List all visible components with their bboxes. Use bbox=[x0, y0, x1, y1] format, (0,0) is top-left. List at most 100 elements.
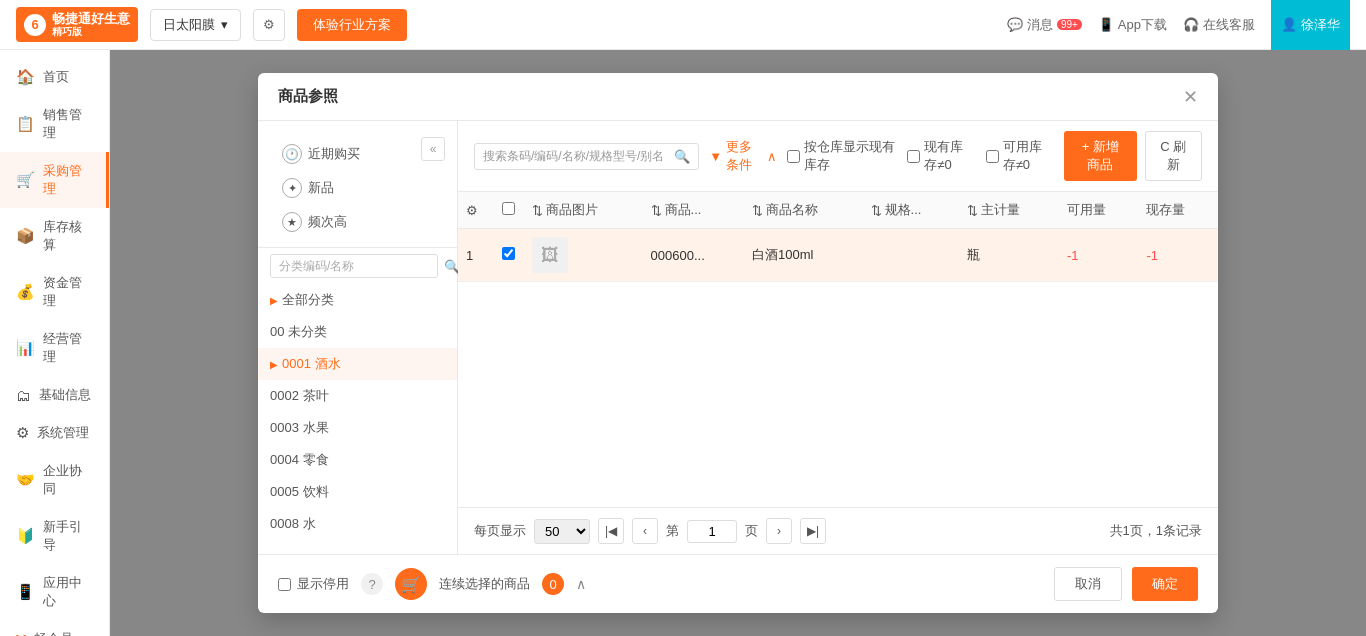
sidebar-label-operation: 经营管理 bbox=[43, 330, 93, 366]
sidebar-item-system[interactable]: ⚙ 系统管理 bbox=[0, 414, 109, 452]
search-icon[interactable]: 🔍 bbox=[674, 149, 690, 164]
category-label-all: 全部分类 bbox=[282, 291, 334, 309]
category-item-0010[interactable]: 0010 家电 bbox=[258, 540, 457, 546]
logo-sub: 精巧版 bbox=[52, 26, 130, 38]
username-area[interactable]: 👤 徐泽华 bbox=[1271, 0, 1350, 50]
page-total: 共1页，1条记录 bbox=[1110, 522, 1202, 540]
sidebar-label-basic: 基础信息 bbox=[39, 386, 91, 404]
sidebar-label-collab: 企业协同 bbox=[43, 462, 93, 498]
prev-page-btn[interactable]: ‹ bbox=[632, 518, 658, 544]
sidebar-item-guide[interactable]: 🔰 新手引导 bbox=[0, 508, 109, 564]
category-item-0008[interactable]: 0008 水 bbox=[258, 508, 457, 540]
trial-btn[interactable]: 体验行业方案 bbox=[297, 9, 407, 41]
category-label-0008: 0008 水 bbox=[270, 515, 316, 533]
stock-nonzero-checkbox-input[interactable] bbox=[907, 150, 920, 163]
col-image-sort[interactable]: ⇅ 商品图片 bbox=[532, 201, 635, 219]
gear-icon: ⚙ bbox=[263, 17, 275, 32]
logo-line1: 畅捷通好生意 bbox=[52, 11, 130, 27]
customer-service-btn[interactable]: 🎧 在线客服 bbox=[1183, 16, 1255, 34]
message-label: 消息 bbox=[1027, 16, 1053, 34]
sort-icon-spec: ⇅ bbox=[871, 203, 882, 218]
guide-icon: 🔰 bbox=[16, 527, 35, 545]
sidebar-item-member[interactable]: V 畅会员 bbox=[0, 620, 109, 636]
collapse-left-btn[interactable]: « bbox=[421, 137, 445, 161]
col-unit[interactable]: ⇅ 主计量 bbox=[959, 192, 1059, 229]
category-search-input[interactable] bbox=[270, 254, 438, 278]
category-label-0004: 0004 零食 bbox=[270, 451, 329, 469]
category-item-all[interactable]: ▶ 全部分类 bbox=[258, 284, 457, 316]
help-btn[interactable]: ? bbox=[361, 573, 383, 595]
sidebar-label-system: 系统管理 bbox=[37, 424, 89, 442]
cell-check[interactable] bbox=[494, 229, 524, 282]
last-page-btn[interactable]: ▶| bbox=[800, 518, 826, 544]
col-code[interactable]: ⇅ 商品... bbox=[643, 192, 745, 229]
col-available[interactable]: 可用量 bbox=[1059, 192, 1139, 229]
category-item-0002[interactable]: 0002 茶叶 bbox=[258, 380, 457, 412]
footer-actions: 取消 确定 bbox=[1054, 567, 1198, 601]
checkbox-available-nonzero[interactable]: 可用库存≠0 bbox=[986, 138, 1054, 174]
cart-icon: 🛒 bbox=[401, 575, 421, 594]
category-label-00: 00 未分类 bbox=[270, 323, 327, 341]
modal-close-btn[interactable]: ✕ bbox=[1183, 88, 1198, 106]
modal-left-panel: 🕐 近期购买 ✦ 新品 ★ 频次高 bbox=[258, 121, 458, 554]
checkbox-warehouse[interactable]: 按仓库显示现有库存 bbox=[787, 138, 897, 174]
modal-footer: 显示停用 ? 🛒 连续选择的商品 0 ∧ 取消 确定 bbox=[258, 554, 1218, 613]
message-btn[interactable]: 💬 消息 99 bbox=[1007, 16, 1082, 34]
cart-btn[interactable]: 🛒 bbox=[395, 568, 427, 600]
avatar-icon: 👤 bbox=[1281, 17, 1297, 32]
collapse-up-btn[interactable]: ∧ bbox=[576, 576, 586, 592]
sidebar-item-sales[interactable]: 📋 销售管理 bbox=[0, 96, 109, 152]
sidebar-item-home[interactable]: 🏠 首页 bbox=[0, 58, 109, 96]
quick-link-new[interactable]: ✦ 新品 bbox=[270, 171, 413, 205]
available-nonzero-checkbox-input[interactable] bbox=[986, 150, 999, 163]
sidebar-item-finance[interactable]: 💰 资金管理 bbox=[0, 264, 109, 320]
sidebar-item-apps[interactable]: 📱 应用中心 bbox=[0, 564, 109, 620]
add-product-btn[interactable]: + 新增商品 bbox=[1064, 131, 1137, 181]
warehouse-checkbox-input[interactable] bbox=[787, 150, 800, 163]
more-filter-btn[interactable]: ▼ 更多条件 ∧ bbox=[709, 138, 777, 174]
sidebar-item-inventory[interactable]: 📦 库存核算 bbox=[0, 208, 109, 264]
checkbox-stock-nonzero[interactable]: 现有库存≠0 bbox=[907, 138, 975, 174]
show-disabled-checkbox[interactable]: 显示停用 bbox=[278, 575, 349, 593]
category-label-0003: 0003 水果 bbox=[270, 419, 329, 437]
sort-icon-code: ⇅ bbox=[651, 203, 662, 218]
available-nonzero-label: 可用库存≠0 bbox=[1003, 138, 1054, 174]
col-spec[interactable]: ⇅ 规格... bbox=[863, 192, 960, 229]
app-download-btn[interactable]: 📱 App下载 bbox=[1098, 16, 1167, 34]
sidebar-label-inventory: 库存核算 bbox=[43, 218, 93, 254]
sidebar-item-collab[interactable]: 🤝 企业协同 bbox=[0, 452, 109, 508]
col-name[interactable]: ⇅ 商品名称 bbox=[744, 192, 863, 229]
collab-icon: 🤝 bbox=[16, 471, 35, 489]
sidebar-item-basic[interactable]: 🗂 基础信息 bbox=[0, 376, 109, 414]
product-table-container: ⚙ ⇅ 商品图片 bbox=[458, 192, 1218, 507]
sidebar-item-operation[interactable]: 📊 经营管理 bbox=[0, 320, 109, 376]
category-item-0001[interactable]: ▶ 0001 酒水 bbox=[258, 348, 457, 380]
settings-btn[interactable]: ⚙ bbox=[253, 9, 285, 41]
page-size-select[interactable]: 50 100 200 bbox=[534, 519, 590, 544]
select-all-checkbox[interactable] bbox=[502, 202, 515, 215]
col-stock[interactable]: 现存量 bbox=[1138, 192, 1218, 229]
product-search-box[interactable]: 搜索条码/编码/名称/规格型号/别名 🔍 bbox=[474, 143, 699, 170]
show-disabled-label: 显示停用 bbox=[297, 575, 349, 593]
cancel-btn[interactable]: 取消 bbox=[1054, 567, 1122, 601]
confirm-btn[interactable]: 确定 bbox=[1132, 567, 1198, 601]
category-item-0003[interactable]: 0003 水果 bbox=[258, 412, 457, 444]
table-row[interactable]: 1 🖼 000600... 白酒100ml bbox=[458, 229, 1218, 282]
category-item-0005[interactable]: 0005 饮料 bbox=[258, 476, 457, 508]
help-icon: ? bbox=[368, 577, 375, 592]
sidebar-label-apps: 应用中心 bbox=[43, 574, 93, 610]
first-page-btn[interactable]: |◀ bbox=[598, 518, 624, 544]
category-item-00[interactable]: 00 未分类 bbox=[258, 316, 457, 348]
col-settings[interactable]: ⚙ bbox=[458, 192, 494, 229]
page-number-input[interactable] bbox=[687, 520, 737, 543]
sidebar-item-purchase[interactable]: 🛒 采购管理 bbox=[0, 152, 109, 208]
show-disabled-input[interactable] bbox=[278, 578, 291, 591]
row-checkbox[interactable] bbox=[502, 247, 515, 260]
modal-overlay: 商品参照 ✕ 🕐 近期购买 bbox=[110, 50, 1366, 636]
category-item-0004[interactable]: 0004 零食 bbox=[258, 444, 457, 476]
store-selector[interactable]: 日太阳膜 ▾ bbox=[150, 9, 241, 41]
next-page-btn[interactable]: › bbox=[766, 518, 792, 544]
refresh-btn[interactable]: C 刷新 bbox=[1145, 131, 1202, 181]
quick-link-recent[interactable]: 🕐 近期购买 bbox=[270, 137, 413, 171]
quick-link-frequent[interactable]: ★ 频次高 bbox=[270, 205, 413, 239]
